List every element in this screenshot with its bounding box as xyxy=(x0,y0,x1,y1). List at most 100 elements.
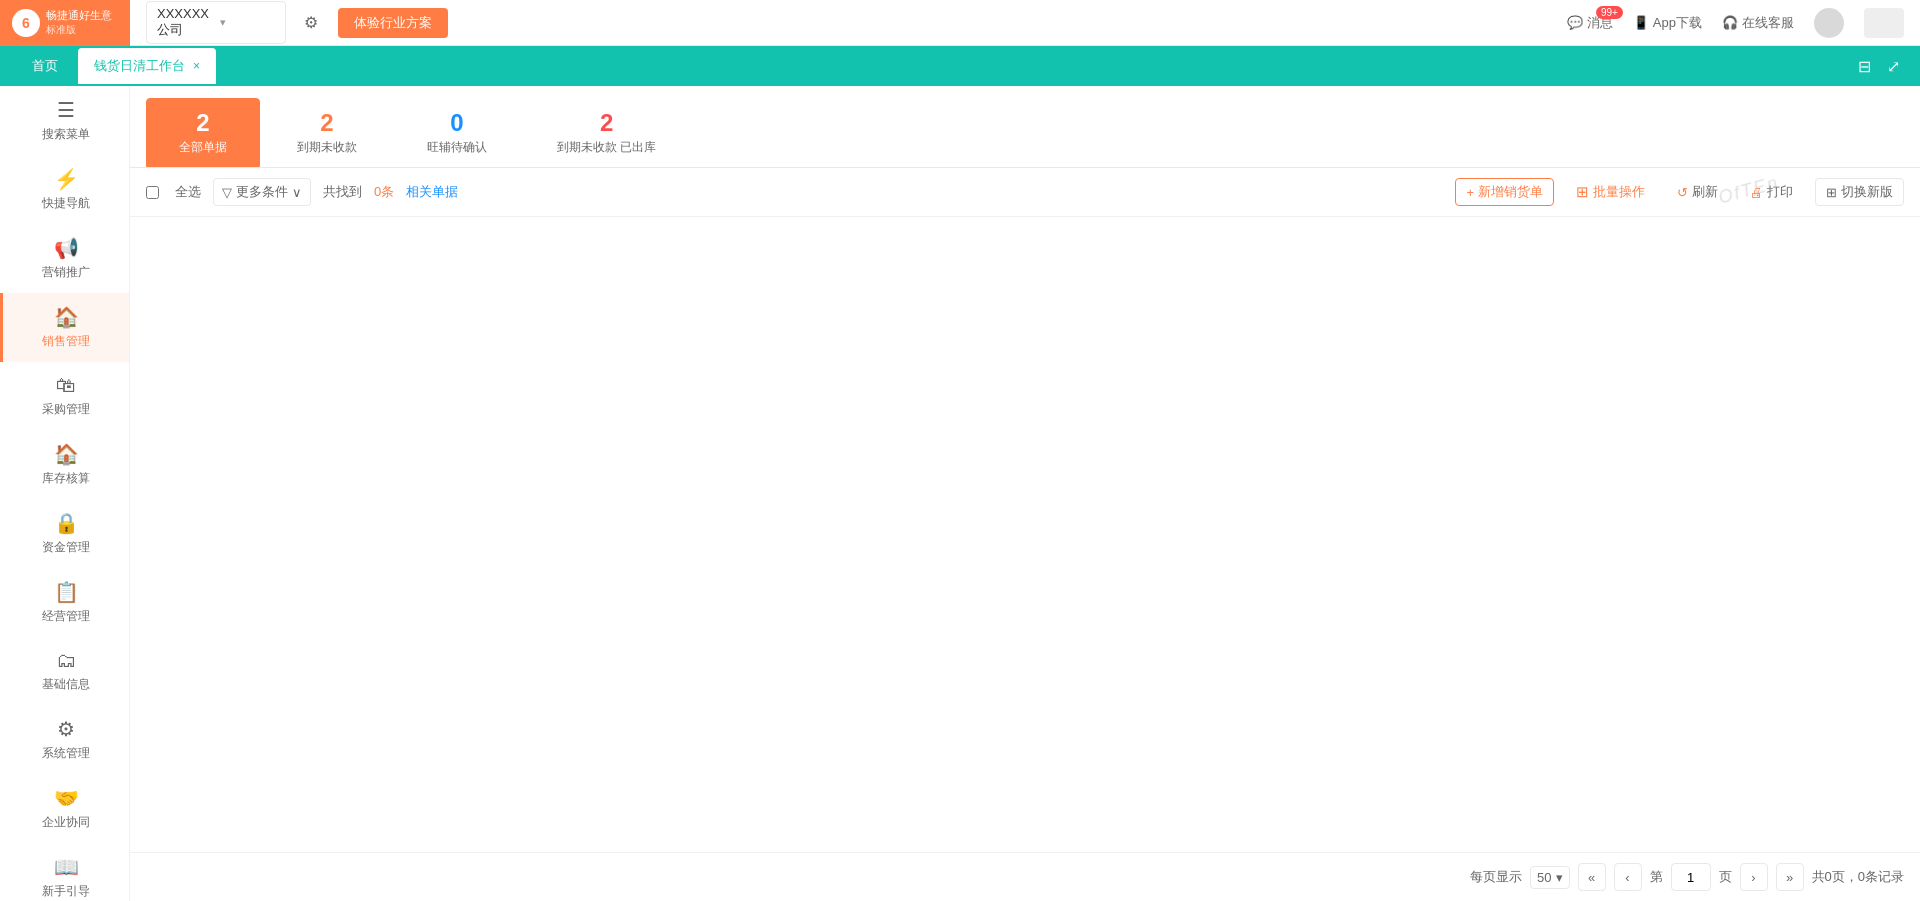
service-icon: 🎧 xyxy=(1722,15,1738,30)
app-download-label: App下载 xyxy=(1653,14,1702,32)
switch-icon: ⊞ xyxy=(1826,185,1837,200)
add-sales-btn[interactable]: + 新增销货单 xyxy=(1455,178,1554,206)
sidebar-item-inventory[interactable]: 🏠 库存核算 xyxy=(0,430,129,499)
message-badge: 99+ xyxy=(1596,6,1623,19)
prev-page-btn[interactable]: ‹ xyxy=(1614,863,1642,891)
filter-btn[interactable]: ▽ 更多条件 ∨ xyxy=(213,178,311,206)
filter-label: 更多条件 xyxy=(236,183,288,201)
sidebar-label-purchase: 采购管理 xyxy=(42,401,90,418)
tab-active[interactable]: 钱货日清工作台 × xyxy=(78,48,216,84)
stat-tab-wangpu[interactable]: 0 旺辅待确认 xyxy=(394,98,520,167)
page-size-arrow: ▾ xyxy=(1556,870,1563,885)
sidebar-label-operations: 经营管理 xyxy=(42,608,90,625)
sidebar-item-purchase[interactable]: 🛍 采购管理 xyxy=(0,362,129,430)
sidebar-item-quick-nav[interactable]: ⚡ 快捷导航 xyxy=(0,155,129,224)
sidebar-item-search-menu[interactable]: ☰ 搜索菜单 xyxy=(0,86,129,155)
page-input[interactable] xyxy=(1671,863,1711,891)
stat-tab-overdue[interactable]: 2 到期未收款 xyxy=(264,98,390,167)
marketing-icon: 📢 xyxy=(54,236,79,260)
nav-tabs: 首页 钱货日清工作台 × ⊟ ⤢ xyxy=(0,46,1920,86)
select-all-checkbox[interactable] xyxy=(146,186,159,199)
stat-num-wangpu: 0 xyxy=(450,109,463,137)
related-link[interactable]: 相关单据 xyxy=(406,183,458,201)
company-dropdown-arrow: ▾ xyxy=(220,16,275,29)
top-header: 6 畅捷通好生意 标准版 XXXXXX公司 ▾ ⚙ 体验行业方案 💬 消息 99… xyxy=(0,0,1920,46)
filter-icon: ▽ xyxy=(222,185,232,200)
logo-name: 畅捷通好生意 xyxy=(46,8,112,22)
sidebar-item-system[interactable]: ⚙ 系统管理 xyxy=(0,705,129,774)
tab-home-label: 首页 xyxy=(32,57,58,75)
sidebar-item-sales[interactable]: 🏠 销售管理 xyxy=(0,293,129,362)
stat-num-all: 2 xyxy=(196,109,209,137)
message-icon: 💬 xyxy=(1567,15,1583,30)
switch-label: 切换新版 xyxy=(1841,183,1893,201)
sidebar-label-system: 系统管理 xyxy=(42,745,90,762)
online-service-item[interactable]: 🎧 在线客服 xyxy=(1722,14,1794,32)
print-icon: 🖨 xyxy=(1750,185,1763,200)
settings-icon[interactable]: ⚙ xyxy=(296,8,326,38)
tab-home[interactable]: 首页 xyxy=(16,48,74,84)
app-download-item[interactable]: 📱 App下载 xyxy=(1633,14,1702,32)
nav-expand-btn[interactable]: ⤢ xyxy=(1883,53,1904,80)
main-layout: ☰ 搜索菜单 ⚡ 快捷导航 📢 营销推广 🏠 销售管理 🛍 采购管理 🏠 库存核… xyxy=(0,86,1920,901)
sidebar-label-beginner: 新手引导 xyxy=(42,883,90,900)
refresh-label: 刷新 xyxy=(1692,183,1718,201)
stat-num-overdue-shipped: 2 xyxy=(600,109,613,137)
first-page-icon: « xyxy=(1588,870,1595,885)
first-page-btn[interactable]: « xyxy=(1578,863,1606,891)
sidebar-label-search-menu: 搜索菜单 xyxy=(42,126,90,143)
refresh-icon: ↺ xyxy=(1677,185,1688,200)
stats-tabs: 2 全部单据 2 到期未收款 0 旺辅待确认 2 到期未收款 已出库 xyxy=(130,86,1920,168)
page-suffix: 页 xyxy=(1719,868,1732,886)
company-selector[interactable]: XXXXXX公司 ▾ xyxy=(146,1,286,44)
sales-icon: 🏠 xyxy=(54,305,79,329)
batch-operation-btn[interactable]: ⊞ 批量操作 xyxy=(1566,179,1655,205)
sidebar-item-operations[interactable]: 📋 经营管理 xyxy=(0,568,129,637)
page-size-select[interactable]: 50 ▾ xyxy=(1530,866,1569,889)
sidebar-label-cooperation: 企业协同 xyxy=(42,814,90,831)
stat-tab-overdue-shipped[interactable]: 2 到期未收款 已出库 xyxy=(524,98,689,167)
last-page-btn[interactable]: » xyxy=(1776,863,1804,891)
tab-close-icon[interactable]: × xyxy=(193,59,200,73)
stat-label-overdue-shipped: 到期未收款 已出库 xyxy=(557,139,656,156)
found-count: 0条 xyxy=(374,183,394,201)
last-page-icon: » xyxy=(1786,870,1793,885)
batch-label: 批量操作 xyxy=(1593,183,1645,201)
message-item[interactable]: 💬 消息 99+ xyxy=(1567,14,1613,32)
switch-new-version-btn[interactable]: ⊞ 切换新版 xyxy=(1815,178,1904,206)
logo-text-block: 畅捷通好生意 标准版 xyxy=(46,8,112,36)
nav-minimize-btn[interactable]: ⊟ xyxy=(1854,53,1875,80)
experience-btn[interactable]: 体验行业方案 xyxy=(338,8,448,38)
filter-arrow-icon: ∨ xyxy=(292,185,302,200)
sidebar-item-finance[interactable]: 🔒 资金管理 xyxy=(0,499,129,568)
sidebar-label-quick-nav: 快捷导航 xyxy=(42,195,90,212)
stat-label-all: 全部单据 xyxy=(179,139,227,156)
sidebar-item-basic-info[interactable]: 🗂 基础信息 xyxy=(0,637,129,705)
sidebar-item-beginner[interactable]: 📖 新手引导 xyxy=(0,843,129,901)
sidebar-label-sales: 销售管理 xyxy=(42,333,90,350)
next-page-btn[interactable]: › xyxy=(1740,863,1768,891)
refresh-btn[interactable]: ↺ 刷新 xyxy=(1667,179,1728,205)
sidebar-item-marketing[interactable]: 📢 营销推广 xyxy=(0,224,129,293)
search-menu-icon: ☰ xyxy=(57,98,75,122)
finance-icon: 🔒 xyxy=(54,511,79,535)
print-btn[interactable]: 🖨 打印 xyxy=(1740,179,1803,205)
user-avatar[interactable] xyxy=(1814,8,1844,38)
print-label: 打印 xyxy=(1767,183,1793,201)
inventory-icon: 🏠 xyxy=(54,442,79,466)
online-service-label: 在线客服 xyxy=(1742,14,1794,32)
sidebar-label-basic-info: 基础信息 xyxy=(42,676,90,693)
add-sales-label: 新增销货单 xyxy=(1478,183,1543,201)
batch-icon: ⊞ xyxy=(1576,183,1589,201)
tab-active-label: 钱货日清工作台 xyxy=(94,57,185,75)
sidebar-label-inventory: 库存核算 xyxy=(42,470,90,487)
user-info[interactable] xyxy=(1864,8,1904,38)
toolbar: 全选 ▽ 更多条件 ∨ 共找到 0条 相关单据 + 新增销货单 ⊞ 批量操作 xyxy=(130,168,1920,217)
pagination: 每页显示 50 ▾ « ‹ 第 页 › » 共0页，0条记录 xyxy=(130,852,1920,901)
sidebar-item-cooperation[interactable]: 🤝 企业协同 xyxy=(0,774,129,843)
stat-tab-all[interactable]: 2 全部单据 xyxy=(146,98,260,167)
operations-icon: 📋 xyxy=(54,580,79,604)
header-right: 💬 消息 99+ 📱 App下载 🎧 在线客服 xyxy=(1567,8,1904,38)
cooperation-icon: 🤝 xyxy=(54,786,79,810)
empty-area xyxy=(130,217,1920,852)
